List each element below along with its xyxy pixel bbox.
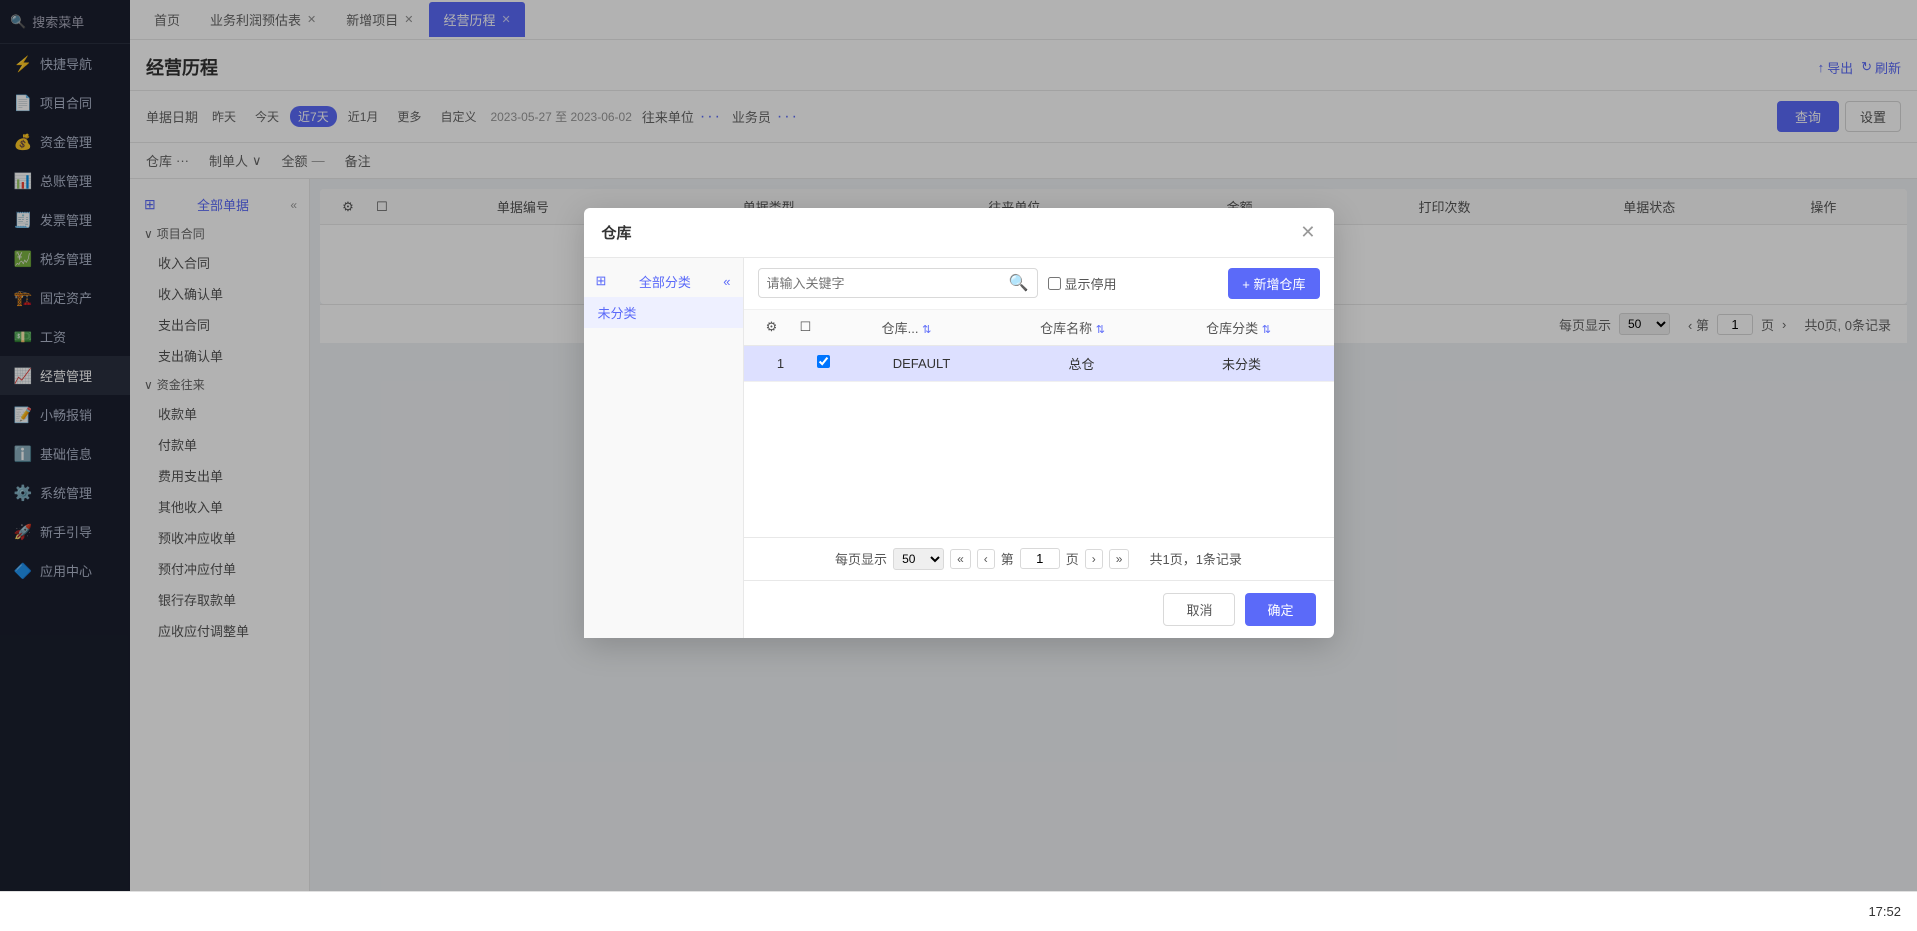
modal-left-collapse[interactable]: «: [723, 274, 730, 289]
modal-title: 仓库: [602, 222, 632, 243]
modal-search-wrap[interactable]: 🔍: [758, 268, 1038, 298]
modal-col-code: 仓库... ⇅: [824, 318, 990, 337]
confirm-button[interactable]: 确定: [1245, 593, 1315, 626]
search-icon: 🔍: [1009, 273, 1029, 293]
row-check-0[interactable]: [806, 355, 842, 371]
row-name-0: 总仓: [1002, 354, 1162, 373]
modal-last-page[interactable]: »: [1109, 549, 1130, 569]
modal-page-suffix: 页: [1066, 549, 1079, 568]
modal-col-name: 仓库名称 ⇅: [990, 318, 1156, 337]
modal-col-check[interactable]: ☐: [788, 319, 824, 335]
modal-left-item-0[interactable]: 未分类: [584, 297, 743, 328]
modal-footer: 取消 确定: [744, 580, 1334, 638]
row-code-0: DEFAULT: [842, 356, 1002, 371]
modal-table: ⚙ ☐ 仓库... ⇅ 仓库名称 ⇅ 仓库分类 ⇅ 1: [744, 310, 1334, 537]
modal-page-label: 第: [1001, 549, 1014, 568]
show-disabled-checkbox[interactable]: [1048, 277, 1061, 290]
modal-toolbar: 🔍 显示停用 + 新增仓库: [744, 258, 1334, 310]
modal-next-page[interactable]: ›: [1085, 549, 1103, 569]
modal-left-panel: ⊞ 全部分类 « 未分类: [584, 258, 744, 638]
modal-total-info: 共1页，1条记录: [1149, 549, 1241, 568]
modal-header: 仓库 ✕: [584, 208, 1334, 258]
warehouse-modal: 仓库 ✕ ⊞ 全部分类 « 未分类 🔍 显示停用 +: [584, 208, 1334, 638]
modal-per-page-label: 每页显示: [835, 549, 887, 568]
modal-col-cat: 仓库分类 ⇅: [1156, 318, 1322, 337]
name-sort-icon[interactable]: ⇅: [1096, 324, 1105, 336]
modal-per-page-select[interactable]: 50100: [893, 548, 944, 570]
modal-col-settings[interactable]: ⚙: [756, 319, 788, 335]
modal-page-input[interactable]: [1020, 548, 1060, 569]
modal-search-input[interactable]: [767, 276, 1005, 291]
modal-table-header: ⚙ ☐ 仓库... ⇅ 仓库名称 ⇅ 仓库分类 ⇅: [744, 310, 1334, 346]
cancel-button[interactable]: 取消: [1163, 593, 1235, 626]
modal-all-icon: ⊞: [596, 273, 607, 289]
taskbar-time: 17:52: [1868, 904, 1901, 919]
modal-right-panel: 🔍 显示停用 + 新增仓库 ⚙ ☐ 仓库... ⇅: [744, 258, 1334, 638]
show-disabled-toggle[interactable]: 显示停用: [1048, 274, 1117, 293]
modal-first-page[interactable]: «: [950, 549, 971, 569]
modal-left-header[interactable]: ⊞ 全部分类 «: [584, 266, 743, 297]
modal-all-label: 全部分类: [639, 272, 691, 291]
row-cat-0: 未分类: [1162, 354, 1322, 373]
modal-body: ⊞ 全部分类 « 未分类 🔍 显示停用 + 新增仓库: [584, 258, 1334, 638]
row-num-0: 1: [756, 356, 806, 371]
modal-close-button[interactable]: ✕: [1300, 222, 1315, 243]
modal-prev-page[interactable]: ‹: [977, 549, 995, 569]
code-sort-icon[interactable]: ⇅: [922, 324, 931, 336]
taskbar-right: 17:52: [1868, 904, 1901, 919]
modal-pagination: 每页显示 50100 « ‹ 第 页 › » 共1页，1条记录: [744, 537, 1334, 580]
taskbar: 17:52: [0, 891, 1917, 931]
show-disabled-label: 显示停用: [1065, 274, 1117, 293]
modal-table-row-0[interactable]: 1 DEFAULT 总仓 未分类: [744, 346, 1334, 382]
cat-sort-icon[interactable]: ⇅: [1262, 324, 1271, 336]
add-warehouse-button[interactable]: + 新增仓库: [1228, 268, 1319, 299]
